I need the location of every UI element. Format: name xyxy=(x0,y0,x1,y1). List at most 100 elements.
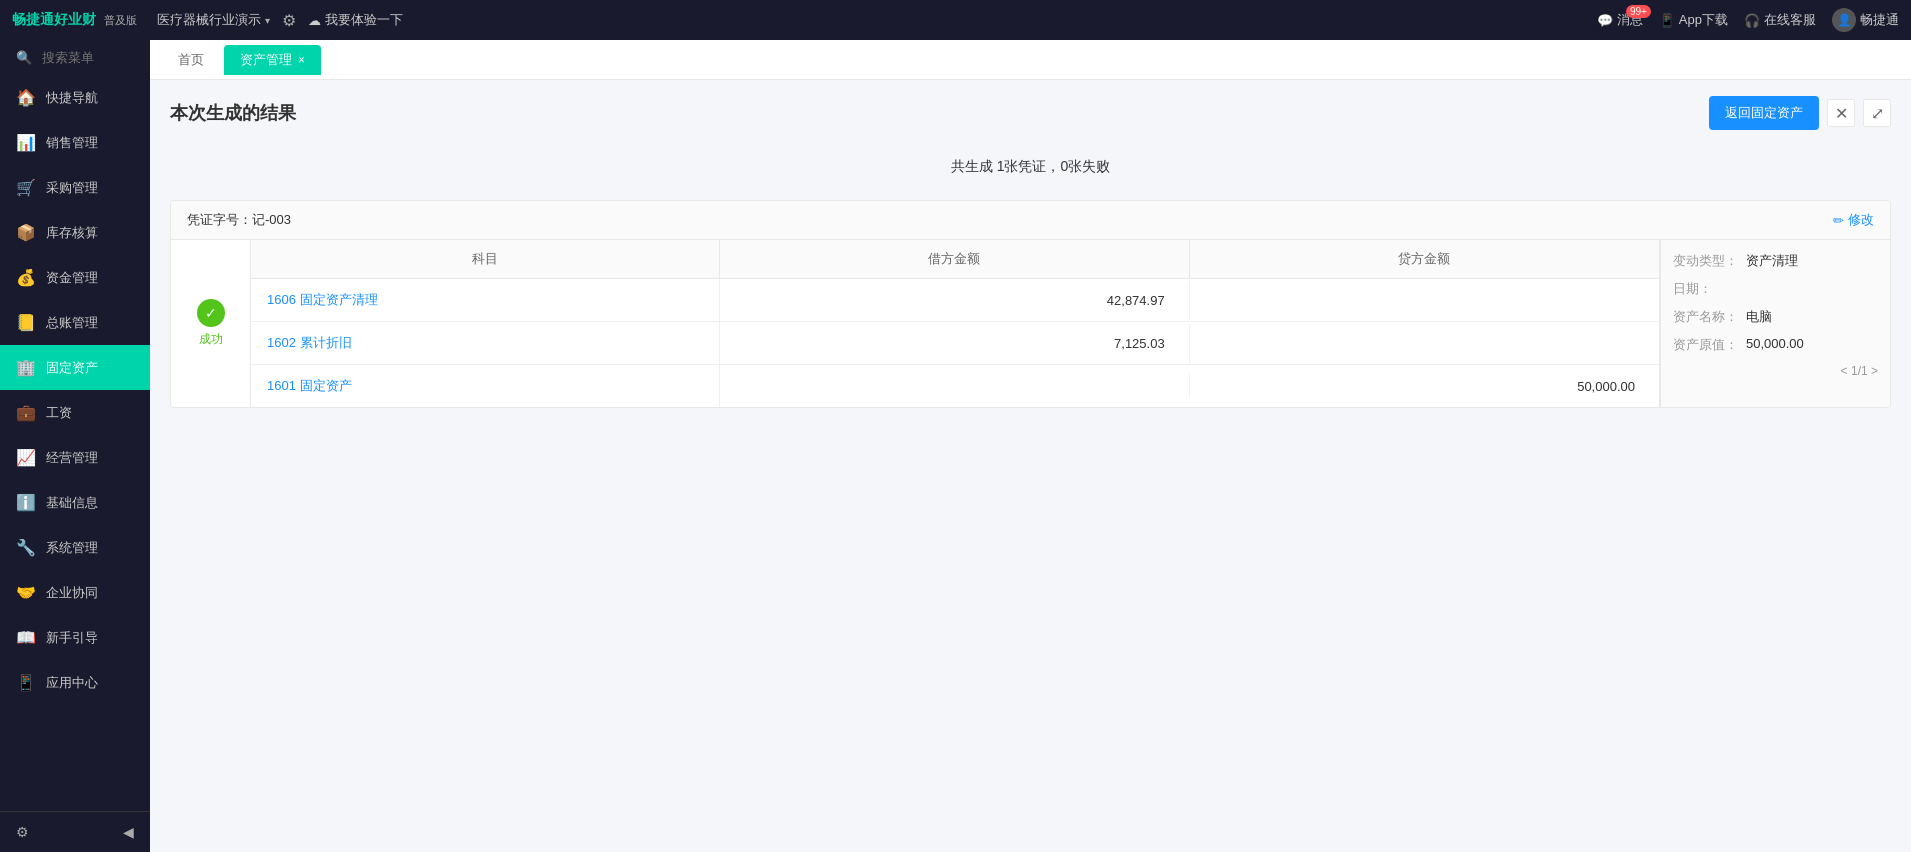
settings-icon[interactable]: ⚙ xyxy=(16,824,29,840)
sidebar-search[interactable]: 🔍 xyxy=(0,40,150,75)
sidebar-item-funds[interactable]: 💰 资金管理 xyxy=(0,255,150,300)
table-header: 科目 借方金额 贷方金额 xyxy=(251,240,1659,279)
th-credit: 贷方金额 xyxy=(1190,240,1659,278)
sidebar-item-label: 系统管理 xyxy=(46,539,98,557)
credit-2 xyxy=(1190,331,1659,355)
ledger-icon: 📒 xyxy=(16,313,36,332)
message-icon: 💬 xyxy=(1597,13,1613,28)
result-summary: 共生成 1张凭证，0张失败 xyxy=(170,146,1891,188)
panel-controls: 返回固定资产 ✕ ⤢ xyxy=(1709,96,1891,130)
side-panel-asset-name: 资产名称： 电脑 xyxy=(1673,308,1878,326)
close-panel-btn[interactable]: ✕ xyxy=(1827,99,1855,127)
sidebar-item-payroll[interactable]: 💼 工资 xyxy=(0,390,150,435)
sidebar: 🔍 🏠 快捷导航 📊 销售管理 🛒 采购管理 📦 库存核算 💰 xyxy=(0,40,150,852)
company-selector[interactable]: 医疗器械行业演示 ▾ xyxy=(157,11,270,29)
prev-page-btn[interactable]: < xyxy=(1841,364,1848,378)
sidebar-item-label: 新手引导 xyxy=(46,629,98,647)
handshake-icon: 🤝 xyxy=(16,583,36,602)
avatar: 👤 xyxy=(1832,8,1856,32)
subject-2[interactable]: 1602 累计折旧 xyxy=(251,322,720,364)
app-edition: 普及版 xyxy=(104,13,137,28)
voucher-edit-btn[interactable]: ✏ 修改 xyxy=(1833,211,1874,229)
voucher-table: 科目 借方金额 贷方金额 1606 固定资产清理 42,874.97 xyxy=(251,240,1660,407)
sidebar-item-label: 总账管理 xyxy=(46,314,98,332)
sidebar-item-cooperation[interactable]: 🤝 企业协同 xyxy=(0,570,150,615)
sidebar-item-business[interactable]: 📈 经营管理 xyxy=(0,435,150,480)
sidebar-item-label: 固定资产 xyxy=(46,359,98,377)
search-input[interactable] xyxy=(42,50,134,65)
tab-home[interactable]: 首页 xyxy=(162,45,220,75)
sidebar-item-purchase[interactable]: 🛒 采购管理 xyxy=(0,165,150,210)
asset-value-value: 50,000.00 xyxy=(1746,336,1804,354)
top-header: 畅捷通好业财 普及版 医疗器械行业演示 ▾ ⚙ ☁ 我要体验一下 💬 消息 99… xyxy=(0,0,1911,40)
next-page-btn[interactable]: > xyxy=(1871,364,1878,378)
subject-3[interactable]: 1601 固定资产 xyxy=(251,365,720,407)
sidebar-item-label: 基础信息 xyxy=(46,494,98,512)
success-text: 成功 xyxy=(199,331,223,348)
app-download-btn[interactable]: 📱 App下载 xyxy=(1659,11,1728,29)
side-panel-change-type: 变动类型： 资产清理 xyxy=(1673,252,1878,270)
sidebar-scroll: 🔍 🏠 快捷导航 📊 销售管理 🛒 采购管理 📦 库存核算 💰 xyxy=(0,40,150,811)
sidebar-item-guide[interactable]: 📖 新手引导 xyxy=(0,615,150,660)
side-panel-asset-value: 资产原值： 50,000.00 xyxy=(1673,336,1878,354)
voucher-number: 凭证字号：记-003 xyxy=(187,211,291,229)
sidebar-footer: ⚙ ◀ xyxy=(0,811,150,852)
sidebar-item-label: 资金管理 xyxy=(46,269,98,287)
sidebar-item-quick-nav[interactable]: 🏠 快捷导航 xyxy=(0,75,150,120)
page-header: 本次生成的结果 返回固定资产 ✕ ⤢ xyxy=(170,96,1891,130)
change-type-label: 变动类型： xyxy=(1673,252,1738,270)
edit-icon: ✏ xyxy=(1833,213,1844,228)
analytics-icon: 📈 xyxy=(16,448,36,467)
sidebar-item-label: 工资 xyxy=(46,404,72,422)
main-layout: 🔍 🏠 快捷导航 📊 销售管理 🛒 采购管理 📦 库存核算 💰 xyxy=(0,40,1911,852)
subject-1[interactable]: 1606 固定资产清理 xyxy=(251,279,720,321)
app-icon: 📱 xyxy=(16,673,36,692)
expand-panel-btn[interactable]: ⤢ xyxy=(1863,99,1891,127)
side-detail-panel: 变动类型： 资产清理 日期： 资产名称： 电脑 资产原值： xyxy=(1660,240,1890,407)
building-icon: 🏢 xyxy=(16,358,36,377)
notification-badge: 99+ xyxy=(1626,5,1651,18)
sidebar-item-app-center[interactable]: 📱 应用中心 xyxy=(0,660,150,705)
collapse-sidebar-btn[interactable]: ◀ xyxy=(123,824,134,840)
cart-icon: 🛒 xyxy=(16,178,36,197)
headset-icon: 🎧 xyxy=(1744,13,1760,28)
sidebar-item-sales[interactable]: 📊 销售管理 xyxy=(0,120,150,165)
success-icon: ✓ xyxy=(197,299,225,327)
sidebar-item-system[interactable]: 🔧 系统管理 xyxy=(0,525,150,570)
sidebar-item-label: 采购管理 xyxy=(46,179,98,197)
page-indicator: 1/1 xyxy=(1851,364,1871,378)
debit-1: 42,874.97 xyxy=(720,281,1189,320)
notifications-btn[interactable]: 💬 消息 99+ xyxy=(1597,11,1643,29)
return-fixed-assets-button[interactable]: 返回固定资产 xyxy=(1709,96,1819,130)
tab-close-btn[interactable]: × xyxy=(298,53,305,67)
sidebar-item-label: 经营管理 xyxy=(46,449,98,467)
chart-icon: 📊 xyxy=(16,133,36,152)
sidebar-item-label: 库存核算 xyxy=(46,224,98,242)
company-name: 医疗器械行业演示 xyxy=(157,11,261,29)
sidebar-item-fixed-assets[interactable]: 🏢 固定资产 xyxy=(0,345,150,390)
online-service-btn[interactable]: 🎧 在线客服 xyxy=(1744,11,1816,29)
wrench-icon: 🔧 xyxy=(16,538,36,557)
tab-asset-mgmt[interactable]: 资产管理 × xyxy=(224,45,321,75)
voucher-header: 凭证字号：记-003 ✏ 修改 xyxy=(171,201,1890,240)
user-menu[interactable]: 👤 畅捷通 xyxy=(1832,8,1899,32)
experience-button[interactable]: ☁ 我要体验一下 xyxy=(308,11,403,29)
sidebar-item-basic-info[interactable]: ℹ️ 基础信息 xyxy=(0,480,150,525)
th-subject: 科目 xyxy=(251,240,720,278)
header-center: 医疗器械行业演示 ▾ ⚙ ☁ 我要体验一下 xyxy=(137,7,1597,34)
book-icon: 📖 xyxy=(16,628,36,647)
settings-icon[interactable]: ⚙ xyxy=(278,7,300,34)
sidebar-item-ledger[interactable]: 📒 总账管理 xyxy=(0,300,150,345)
sidebar-item-inventory[interactable]: 📦 库存核算 xyxy=(0,210,150,255)
debit-2: 7,125.03 xyxy=(720,324,1189,363)
cloud-icon: ☁ xyxy=(308,13,321,28)
voucher-card: 凭证字号：记-003 ✏ 修改 ✓ 成功 xyxy=(170,200,1891,408)
th-debit: 借方金额 xyxy=(720,240,1189,278)
side-panel-date: 日期： xyxy=(1673,280,1878,298)
sidebar-item-label: 应用中心 xyxy=(46,674,98,692)
change-type-value: 资产清理 xyxy=(1746,252,1798,270)
asset-value-label: 资产原值： xyxy=(1673,336,1738,354)
header-right-actions: 💬 消息 99+ 📱 App下载 🎧 在线客服 👤 畅捷通 xyxy=(1597,8,1899,32)
voucher-content: ✓ 成功 科目 借方金额 贷方金额 xyxy=(171,240,1890,407)
info-icon: ℹ️ xyxy=(16,493,36,512)
